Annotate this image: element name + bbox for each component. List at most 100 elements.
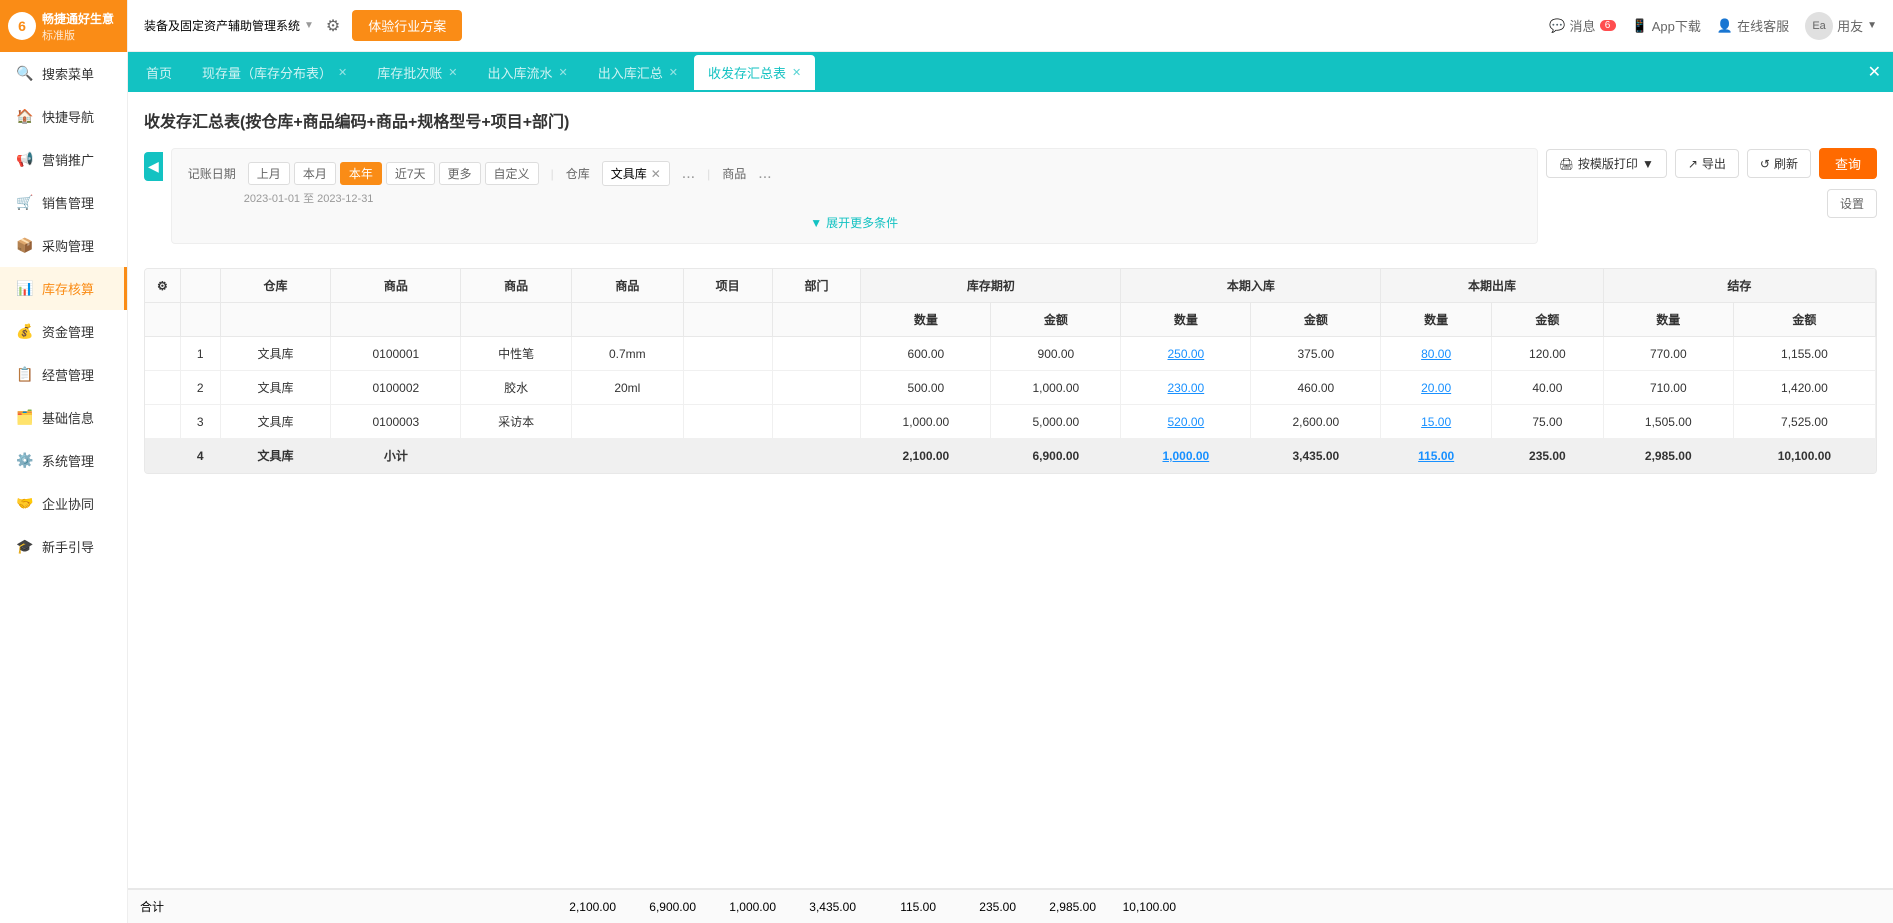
message-button[interactable]: 💬 消息 6 xyxy=(1549,16,1615,35)
row-out-qty-link[interactable]: 80.00 xyxy=(1381,337,1492,371)
row-out-qty-link[interactable]: 20.00 xyxy=(1381,371,1492,405)
tab-flow[interactable]: 出入库流水 ✕ xyxy=(473,55,581,90)
sidebar-item-finance[interactable]: 💰 资金管理 xyxy=(0,310,127,353)
row-in-amt: 2,600.00 xyxy=(1251,405,1381,439)
online-service-button[interactable]: 👤 在线客服 xyxy=(1717,16,1789,35)
user-menu[interactable]: Ea 用友 ▼ xyxy=(1805,12,1877,40)
sidebar-item-basic[interactable]: 🗂️ 基础信息 xyxy=(0,396,127,439)
sidebar-item-quick[interactable]: 🏠 快捷导航 xyxy=(0,95,127,138)
sidebar-item-enterprise[interactable]: 🤝 企业协同 xyxy=(0,482,127,525)
date-btn-this-month[interactable]: 本月 xyxy=(294,162,336,185)
system-title[interactable]: 装备及固定资产辅助管理系统 ▼ xyxy=(144,17,314,34)
tab-close-icon[interactable]: ✕ xyxy=(448,66,457,79)
tab-bar: 首页 现存量（库存分布表） ✕ 库存批次账 ✕ 出入库流水 ✕ 出入库汇总 ✕ … xyxy=(128,52,1893,92)
tab-home[interactable]: 首页 xyxy=(132,55,186,90)
sidebar-item-sales[interactable]: 🛒 销售管理 xyxy=(0,181,127,224)
warehouse-more[interactable]: ... xyxy=(682,165,695,183)
sidebar-item-label: 企业协同 xyxy=(42,494,94,513)
sidebar-nav: 🔍 搜索菜单 🏠 快捷导航 📢 营销推广 🛒 销售管理 📦 采购管理 📊 库存核… xyxy=(0,52,127,923)
row-department xyxy=(772,371,861,405)
row-in-qty-link[interactable]: 520.00 xyxy=(1121,405,1251,439)
col-out-qty-header: 数量 xyxy=(1381,303,1492,337)
sidebar-item-inventory[interactable]: 📊 库存核算 xyxy=(0,267,127,310)
goods-more[interactable]: ... xyxy=(758,165,771,183)
sidebar-item-search[interactable]: 🔍 搜索菜单 xyxy=(0,52,127,95)
tab-close-icon[interactable]: ✕ xyxy=(338,66,347,79)
tab-bar-close-button[interactable]: ✕ xyxy=(1860,58,1889,86)
sales-icon: 🛒 xyxy=(16,194,34,211)
col-goods-spec-header: 商品 xyxy=(571,269,683,303)
refresh-button[interactable]: ↺ 刷新 xyxy=(1747,149,1811,178)
sidebar-item-purchase[interactable]: 📦 采购管理 xyxy=(0,224,127,267)
tab-summary[interactable]: 出入库汇总 ✕ xyxy=(584,55,692,90)
tab-inventory-dist[interactable]: 现存量（库存分布表） ✕ xyxy=(188,55,361,90)
subtotal-opening-amt: 6,900.00 xyxy=(991,439,1121,473)
warehouse-tag-close[interactable]: ✕ xyxy=(651,167,661,181)
row-department xyxy=(772,405,861,439)
page-title: 收发存汇总表(按仓库+商品编码+商品+规格型号+项目+部门) xyxy=(144,108,1877,132)
sidebar-item-label: 搜索菜单 xyxy=(42,64,94,83)
tab-close-icon[interactable]: ✕ xyxy=(559,66,568,79)
sidebar-item-guide[interactable]: 🎓 新手引导 xyxy=(0,525,127,568)
tab-close-icon[interactable]: ✕ xyxy=(669,66,678,79)
col-warehouse-header: 仓库 xyxy=(220,269,331,303)
message-icon: 💬 xyxy=(1549,18,1565,34)
filter-expand-button[interactable]: ▼ 展开更多条件 xyxy=(188,214,1521,231)
tab-batch[interactable]: 库存批次账 ✕ xyxy=(363,55,471,90)
table-row: 1 文具库 0100001 中性笔 0.7mm 600.00 900.00 25… xyxy=(145,337,1876,371)
expand-icon: ▼ xyxy=(810,216,822,230)
row-in-qty-link[interactable]: 230.00 xyxy=(1121,371,1251,405)
date-btn-this-year[interactable]: 本年 xyxy=(340,162,382,185)
basic-icon: 🗂️ xyxy=(16,409,34,426)
header-right: 💬 消息 6 📱 App下载 👤 在线客服 Ea 用友 ▼ xyxy=(1549,12,1877,40)
row-out-qty-link[interactable]: 15.00 xyxy=(1381,405,1492,439)
sidebar-item-label: 采购管理 xyxy=(42,236,94,255)
filter-toggle-button[interactable]: ◀ xyxy=(144,152,163,181)
tab-close-active-icon[interactable]: ✕ xyxy=(792,66,801,79)
col-closing-qty-header: 数量 xyxy=(1603,303,1733,337)
sidebar-item-system[interactable]: ⚙️ 系统管理 xyxy=(0,439,127,482)
row-closing-amt: 7,525.00 xyxy=(1733,405,1875,439)
sidebar-item-label: 资金管理 xyxy=(42,322,94,341)
row-in-qty-link[interactable]: 250.00 xyxy=(1121,337,1251,371)
filter-actions: 🖨 按模版打印 ▼ ↗ 导出 ↺ 刷新 查询 设置 xyxy=(1546,148,1877,218)
row-out-amt: 40.00 xyxy=(1491,371,1603,405)
row-goods-name: 中性笔 xyxy=(461,337,572,371)
sidebar-item-marketing[interactable]: 📢 营销推广 xyxy=(0,138,127,181)
row-no: 1 xyxy=(180,337,220,371)
trial-button[interactable]: 体验行业方案 xyxy=(352,10,462,41)
export-icon: ↗ xyxy=(1688,157,1698,171)
date-btn-more[interactable]: 更多 xyxy=(439,162,481,185)
row-project xyxy=(683,405,772,439)
total-out-qty: 115.00 xyxy=(868,900,948,914)
settings-button[interactable]: 设置 xyxy=(1827,189,1877,218)
dropdown-arrow-icon: ▼ xyxy=(304,20,314,31)
print-button[interactable]: 🖨 按模版打印 ▼ xyxy=(1546,149,1667,178)
col-settings-header[interactable]: ⚙ xyxy=(145,269,180,303)
total-in-amt: 3,435.00 xyxy=(788,900,868,914)
tab-recv-summary[interactable]: 收发存汇总表 ✕ xyxy=(694,55,815,90)
col-closing-amt-header: 金额 xyxy=(1733,303,1875,337)
date-btn-7days[interactable]: 近7天 xyxy=(386,162,435,185)
sidebar: 6 畅捷通好生意 标准版 🔍 搜索菜单 🏠 快捷导航 📢 营销推广 🛒 销售管理… xyxy=(0,0,128,923)
row-opening-amt: 5,000.00 xyxy=(991,405,1121,439)
filter-row: 记账日期 上月 本月 本年 近7天 更多 自定义 | 仓库 文具库 xyxy=(188,161,1521,186)
row-project xyxy=(683,337,772,371)
search-icon: 🔍 xyxy=(16,65,34,82)
settings-icon[interactable]: ⚙ xyxy=(326,16,340,36)
enterprise-icon: 🤝 xyxy=(16,495,34,512)
date-btn-last-month[interactable]: 上月 xyxy=(248,162,290,185)
main-content: 装备及固定资产辅助管理系统 ▼ ⚙ 体验行业方案 💬 消息 6 📱 App下载 … xyxy=(128,0,1893,923)
subtotal-out-qty[interactable]: 115.00 xyxy=(1381,439,1492,473)
date-btn-custom[interactable]: 自定义 xyxy=(485,162,539,185)
query-button[interactable]: 查询 xyxy=(1819,148,1877,179)
row-in-amt: 375.00 xyxy=(1251,337,1381,371)
subtotal-in-qty[interactable]: 1,000.00 xyxy=(1121,439,1251,473)
inventory-icon: 📊 xyxy=(16,280,34,297)
app-download-button[interactable]: 📱 App下载 xyxy=(1632,16,1701,35)
col-project-header: 项目 xyxy=(683,269,772,303)
row-closing-qty: 1,505.00 xyxy=(1603,405,1733,439)
export-button[interactable]: ↗ 导出 xyxy=(1675,149,1739,178)
row-opening-qty: 600.00 xyxy=(861,337,991,371)
sidebar-item-operations[interactable]: 📋 经营管理 xyxy=(0,353,127,396)
